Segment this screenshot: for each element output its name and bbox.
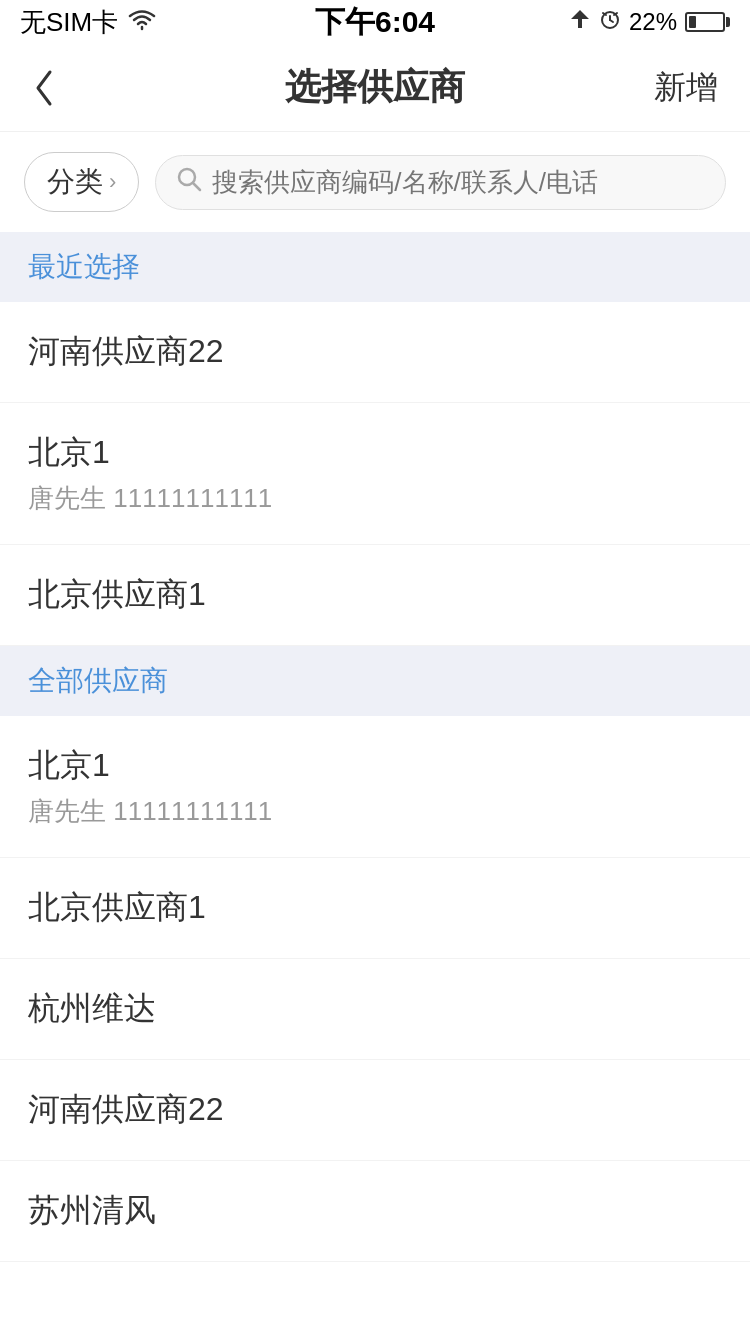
new-action-button[interactable]: 新增 bbox=[654, 66, 718, 110]
list-item[interactable]: 北京供应商1 bbox=[0, 545, 750, 646]
item-name: 北京供应商1 bbox=[28, 886, 722, 930]
item-name: 河南供应商22 bbox=[28, 330, 722, 374]
item-name: 北京供应商1 bbox=[28, 573, 722, 617]
list-item[interactable]: 北京1 唐先生 11111111111 bbox=[0, 716, 750, 858]
status-right: 22% bbox=[569, 8, 730, 36]
item-name: 北京1 bbox=[28, 431, 722, 475]
search-box bbox=[155, 155, 726, 210]
list-item[interactable]: 北京供应商1 bbox=[0, 858, 750, 959]
category-button[interactable]: 分类 › bbox=[24, 152, 139, 212]
carrier-text: 无SIM卡 bbox=[20, 5, 118, 40]
all-section-header: 全部供应商 bbox=[0, 646, 750, 716]
item-name: 杭州维达 bbox=[28, 987, 722, 1031]
chevron-right-icon: › bbox=[109, 169, 116, 195]
page-title: 选择供应商 bbox=[285, 63, 465, 112]
filter-bar: 分类 › bbox=[0, 132, 750, 232]
list-item[interactable]: 杭州维达 bbox=[0, 959, 750, 1060]
wifi-icon bbox=[128, 7, 156, 38]
battery-icon bbox=[685, 12, 730, 32]
all-items-list: 北京1 唐先生 11111111111 北京供应商1 杭州维达 河南供应商22 … bbox=[0, 716, 750, 1262]
recent-items-list: 河南供应商22 北京1 唐先生 11111111111 北京供应商1 bbox=[0, 302, 750, 646]
location-icon bbox=[569, 8, 591, 36]
status-left: 无SIM卡 bbox=[20, 5, 156, 40]
battery-percent: 22% bbox=[629, 8, 677, 36]
search-input[interactable] bbox=[212, 167, 705, 198]
search-icon bbox=[176, 166, 202, 199]
svg-line-2 bbox=[610, 20, 613, 22]
item-name: 河南供应商22 bbox=[28, 1088, 722, 1132]
back-button[interactable] bbox=[32, 68, 56, 108]
svg-line-4 bbox=[193, 183, 200, 190]
item-sub: 唐先生 11111111111 bbox=[28, 481, 722, 516]
status-time: 下午6:04 bbox=[315, 2, 435, 43]
nav-bar: 选择供应商 新增 bbox=[0, 44, 750, 132]
list-item[interactable]: 河南供应商22 bbox=[0, 1060, 750, 1161]
recent-section-header: 最近选择 bbox=[0, 232, 750, 302]
item-sub: 唐先生 11111111111 bbox=[28, 794, 722, 829]
list-item[interactable]: 苏州清风 bbox=[0, 1161, 750, 1262]
alarm-icon bbox=[599, 8, 621, 36]
item-name: 北京1 bbox=[28, 744, 722, 788]
list-item[interactable]: 河南供应商22 bbox=[0, 302, 750, 403]
status-bar: 无SIM卡 下午6:04 bbox=[0, 0, 750, 44]
list-item[interactable]: 北京1 唐先生 11111111111 bbox=[0, 403, 750, 545]
category-label: 分类 bbox=[47, 163, 103, 201]
item-name: 苏州清风 bbox=[28, 1189, 722, 1233]
